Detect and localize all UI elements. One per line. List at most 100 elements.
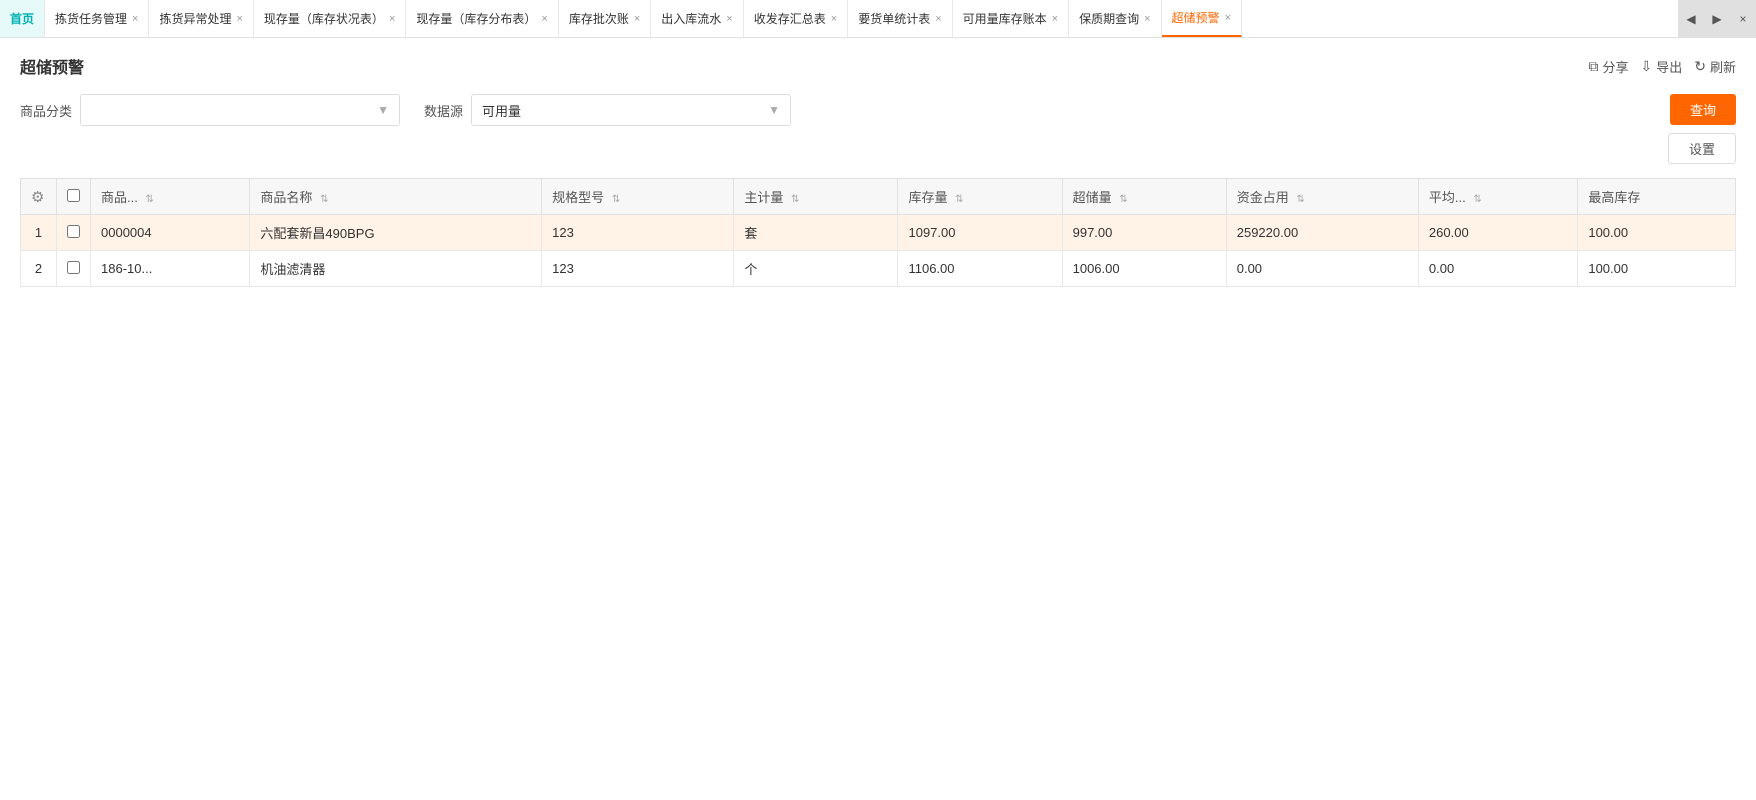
th-gear: ⚙	[21, 179, 57, 215]
datasource-select[interactable]: 可用量 ▼	[471, 94, 791, 126]
datasource-label: 数据源	[424, 101, 463, 120]
cell-overstock: 1006.00	[1062, 251, 1226, 287]
th-product-code[interactable]: 商品... ⇅	[91, 179, 250, 215]
gear-icon[interactable]: ⚙	[31, 189, 44, 206]
row-checkbox-0[interactable]	[67, 225, 80, 238]
close-tab-4[interactable]: ×	[541, 13, 547, 25]
share-button[interactable]: ⧉ 分享	[1588, 57, 1628, 76]
nav-tab-8[interactable]: 要货单统计表 ×	[848, 0, 952, 37]
cell-product-name: 六配套新昌490BPG	[250, 215, 542, 251]
category-label: 商品分类	[20, 101, 72, 120]
data-table: ⚙ 商品... ⇅ 商品名称 ⇅ 规格型号 ⇅ 主计量	[20, 178, 1736, 287]
nav-tab-7[interactable]: 收发存汇总表 ×	[744, 0, 848, 37]
nav-tab-2[interactable]: 拣货异常处理 ×	[149, 0, 253, 37]
cell-avg: 0.00	[1418, 251, 1577, 287]
th-product-name[interactable]: 商品名称 ⇅	[250, 179, 542, 215]
table-row: 1 0000004 六配套新昌490BPG 123 套 1097.00 997.…	[21, 215, 1736, 251]
cell-stock: 1097.00	[898, 215, 1062, 251]
nav-tab-5[interactable]: 库存批次账 ×	[559, 0, 651, 37]
th-overstock-label: 超储量	[1073, 190, 1112, 205]
th-unit[interactable]: 主计量 ⇅	[734, 179, 898, 215]
settings-button[interactable]: 设置	[1668, 133, 1736, 164]
close-tab-11[interactable]: ×	[1225, 12, 1231, 24]
filter-category: 商品分类 ▼	[20, 94, 400, 126]
select-all-checkbox[interactable]	[67, 189, 80, 202]
sort-icon-capital: ⇅	[1296, 194, 1304, 205]
page-header: 超储预警 ⧉ 分享 ⇩ 导出 ↻ 刷新	[20, 54, 1736, 78]
th-unit-label: 主计量	[744, 190, 783, 205]
refresh-icon: ↻	[1694, 58, 1706, 75]
nav-tab-11[interactable]: 超储预警 ×	[1162, 0, 1242, 37]
cell-capital: 259220.00	[1226, 215, 1418, 251]
th-spec-label: 规格型号	[552, 190, 604, 205]
close-tab-6[interactable]: ×	[726, 13, 732, 25]
row-checkbox-cell	[57, 215, 91, 251]
sort-icon-overstock: ⇅	[1119, 194, 1127, 205]
nav-arrow-close[interactable]: ×	[1730, 0, 1756, 38]
top-nav: 首页 拣货任务管理 × 拣货异常处理 × 现存量（库存状况表） × 现存量（库存…	[0, 0, 1756, 38]
close-tab-1[interactable]: ×	[132, 13, 138, 25]
sort-icon-spec: ⇅	[612, 194, 620, 205]
export-button[interactable]: ⇩ 导出	[1641, 57, 1683, 76]
cell-stock: 1106.00	[898, 251, 1062, 287]
nav-tab-3[interactable]: 现存量（库存状况表） ×	[254, 0, 406, 37]
close-tab-2[interactable]: ×	[236, 13, 242, 25]
nav-arrows: ◀ ▶ ×	[1678, 0, 1756, 38]
close-tab-5[interactable]: ×	[634, 13, 640, 25]
page-title: 超储预警	[20, 54, 84, 78]
cell-unit: 套	[734, 215, 898, 251]
sort-icon-name: ⇅	[320, 194, 328, 205]
cell-unit: 个	[734, 251, 898, 287]
nav-arrow-left[interactable]: ◀	[1678, 0, 1704, 38]
sort-icon-unit: ⇅	[791, 194, 799, 205]
nav-tab-1[interactable]: 拣货任务管理 ×	[45, 0, 149, 37]
close-tab-9[interactable]: ×	[1052, 13, 1058, 25]
th-avg[interactable]: 平均... ⇅	[1418, 179, 1577, 215]
filter-datasource: 数据源 可用量 ▼	[424, 94, 791, 126]
sort-icon-stock: ⇅	[955, 194, 963, 205]
th-stock[interactable]: 库存量 ⇅	[898, 179, 1062, 215]
nav-tab-10[interactable]: 保质期查询 ×	[1069, 0, 1161, 37]
cell-product-code: 186-10...	[91, 251, 250, 287]
nav-arrow-right[interactable]: ▶	[1704, 0, 1730, 38]
refresh-button[interactable]: ↻ 刷新	[1694, 57, 1736, 76]
cell-spec: 123	[542, 215, 734, 251]
chevron-down-icon: ▼	[377, 103, 389, 117]
category-select[interactable]: ▼	[80, 94, 400, 126]
nav-tab-home[interactable]: 首页	[0, 0, 45, 37]
th-checkbox	[57, 179, 91, 215]
cell-product-code: 0000004	[91, 215, 250, 251]
row-checkbox-1[interactable]	[67, 261, 80, 274]
th-stock-label: 库存量	[908, 190, 947, 205]
cell-max-stock: 100.00	[1578, 215, 1736, 251]
row-index: 2	[21, 251, 57, 287]
chevron-down-icon-2: ▼	[768, 103, 780, 117]
table-row: 2 186-10... 机油滤清器 123 个 1106.00 1006.00 …	[21, 251, 1736, 287]
share-icon: ⧉	[1588, 58, 1598, 75]
sort-icon-code: ⇅	[145, 194, 153, 205]
th-capital-label: 资金占用	[1237, 190, 1289, 205]
datasource-value: 可用量	[482, 101, 521, 120]
close-tab-3[interactable]: ×	[389, 13, 395, 25]
table-header-row: ⚙ 商品... ⇅ 商品名称 ⇅ 规格型号 ⇅ 主计量	[21, 179, 1736, 215]
cell-product-name: 机油滤清器	[250, 251, 542, 287]
query-button[interactable]: 查询	[1670, 94, 1736, 125]
close-tab-7[interactable]: ×	[831, 13, 837, 25]
cell-capital: 0.00	[1226, 251, 1418, 287]
th-avg-label: 平均...	[1429, 190, 1466, 205]
th-overstock[interactable]: 超储量 ⇅	[1062, 179, 1226, 215]
th-max-stock[interactable]: 最高库存	[1578, 179, 1736, 215]
cell-overstock: 997.00	[1062, 215, 1226, 251]
nav-tab-9[interactable]: 可用量库存账本 ×	[953, 0, 1069, 37]
th-spec[interactable]: 规格型号 ⇅	[542, 179, 734, 215]
close-tab-10[interactable]: ×	[1144, 13, 1150, 25]
cell-max-stock: 100.00	[1578, 251, 1736, 287]
cell-spec: 123	[542, 251, 734, 287]
nav-tab-6[interactable]: 出入库流水 ×	[651, 0, 743, 37]
close-tab-8[interactable]: ×	[935, 13, 941, 25]
th-capital[interactable]: 资金占用 ⇅	[1226, 179, 1418, 215]
sort-icon-avg: ⇅	[1473, 194, 1481, 205]
page-content: 超储预警 ⧉ 分享 ⇩ 导出 ↻ 刷新 商品分类 ▼	[0, 38, 1756, 800]
cell-avg: 260.00	[1418, 215, 1577, 251]
nav-tab-4[interactable]: 现存量（库存分布表） ×	[406, 0, 558, 37]
